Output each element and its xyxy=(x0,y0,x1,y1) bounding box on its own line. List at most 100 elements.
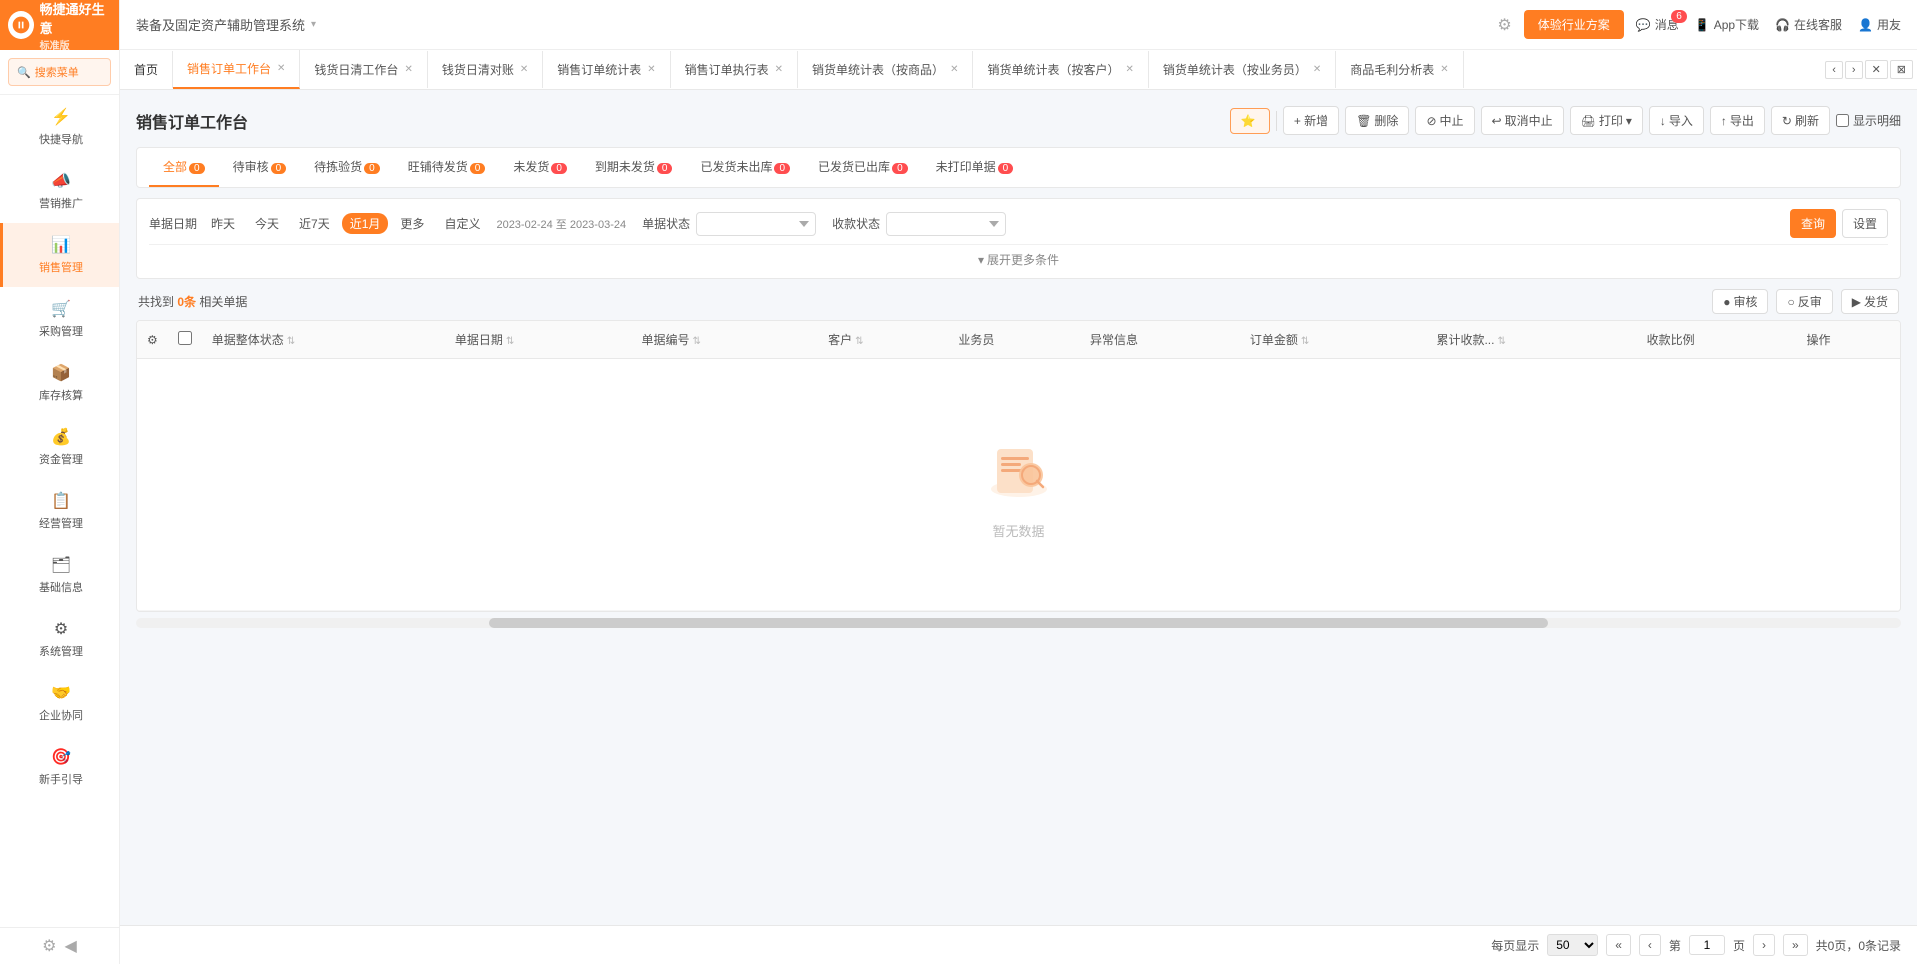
sidebar-item-guide[interactable]: 🎯 新手引导 xyxy=(0,735,119,799)
filter-tab-pending-check[interactable]: 待拣验货0 xyxy=(300,148,394,187)
gear-icon[interactable]: ⚙ xyxy=(147,333,158,347)
tab-sales-exec[interactable]: 销售订单执行表 ✕ xyxy=(671,51,798,88)
sidebar-item-inventory[interactable]: 📦 库存核算 xyxy=(0,351,119,415)
tab-scroll-right-button[interactable]: › xyxy=(1845,61,1863,79)
tab-sales-stat2-close[interactable]: ✕ xyxy=(950,64,958,75)
filter-tab-not-shipped[interactable]: 未发货0 xyxy=(499,148,581,187)
filter-tab-overdue-ship[interactable]: 到期未发货0 xyxy=(581,148,687,187)
review-button[interactable]: ● 审核 xyxy=(1712,289,1768,314)
tab-cash-daily[interactable]: 钱货日清工作台 ✕ xyxy=(300,51,427,88)
date-opt-custom[interactable]: 自定义 xyxy=(436,213,488,234)
search-menu-button[interactable]: 🔍 搜索菜单 xyxy=(8,58,111,86)
filter-tab-pending-review[interactable]: 待审核0 xyxy=(219,148,301,187)
sidebar-item-system[interactable]: ⚙ 系统管理 xyxy=(0,607,119,671)
sort-customer-icon[interactable]: ⇅ xyxy=(855,336,863,347)
last-page-button[interactable]: » xyxy=(1783,934,1808,956)
sidebar-item-cooperation[interactable]: 🤝 企业协同 xyxy=(0,671,119,735)
date-opt-7days[interactable]: 近7天 xyxy=(291,213,338,234)
export-button[interactable]: ↑ 导出 xyxy=(1710,106,1765,135)
user-profile-button[interactable]: 👤 用友 xyxy=(1858,16,1901,33)
delete-button[interactable]: 🗑 删除 xyxy=(1345,106,1409,135)
sidebar-item-marketing[interactable]: 📣 营销推广 xyxy=(0,159,119,223)
date-opt-more[interactable]: 更多 xyxy=(392,213,432,234)
scrollbar-thumb[interactable] xyxy=(489,618,1548,628)
add-button[interactable]: + 新增 xyxy=(1283,106,1339,135)
sidebar-item-quick-nav[interactable]: ⚡ 快捷导航 xyxy=(0,95,119,159)
import-button[interactable]: ↓ 导入 xyxy=(1649,106,1704,135)
payment-filter-select[interactable] xyxy=(886,212,1006,236)
date-opt-yesterday[interactable]: 昨天 xyxy=(203,213,243,234)
tab-cash-account-close[interactable]: ✕ xyxy=(520,64,528,75)
sort-amount-icon[interactable]: ⇅ xyxy=(1301,336,1309,347)
horizontal-scrollbar[interactable] xyxy=(136,618,1901,628)
status-filter-select[interactable] xyxy=(696,212,816,236)
sidebar-item-purchase[interactable]: 🛒 采购管理 xyxy=(0,287,119,351)
app-download-button[interactable]: 📱 App下载 xyxy=(1695,16,1759,33)
industry-solution-button[interactable]: 体验行业方案 xyxy=(1524,10,1624,39)
online-service-button[interactable]: 🎧 在线客服 xyxy=(1775,16,1842,33)
stop-button[interactable]: ⊘ 中止 xyxy=(1415,106,1474,135)
tab-profit-analysis-close[interactable]: ✕ xyxy=(1440,64,1448,75)
ai-generate-button[interactable]: ⭐ xyxy=(1230,108,1270,134)
sort-date-icon[interactable]: ⇅ xyxy=(506,336,514,347)
show-detail-checkbox-label[interactable]: 显示明细 xyxy=(1836,112,1901,129)
tab-sales-stat3[interactable]: 销货单统计表（按客户） ✕ xyxy=(973,51,1148,88)
anti-review-button[interactable]: ○ 反审 xyxy=(1776,289,1832,314)
sidebar-item-operations[interactable]: 📋 经营管理 xyxy=(0,479,119,543)
tab-sales-workbench-close[interactable]: ✕ xyxy=(277,63,285,74)
tab-close-current-button[interactable]: ✕ xyxy=(1865,60,1888,79)
tab-sales-stat2[interactable]: 销货单统计表（按商品） ✕ xyxy=(798,51,973,88)
first-page-button[interactable]: « xyxy=(1606,934,1631,956)
filter-tab-shipped-not-out[interactable]: 已发货未出库0 xyxy=(686,148,804,187)
page-size-select[interactable]: 50 10 20 100 xyxy=(1547,934,1598,956)
query-button[interactable]: 查询 xyxy=(1790,209,1836,238)
tab-sales-stat-close[interactable]: ✕ xyxy=(647,64,655,75)
th-checkbox xyxy=(168,321,202,359)
tab-cash-account[interactable]: 钱货日清对账 ✕ xyxy=(428,51,543,88)
tab-sales-workbench[interactable]: 销售订单工作台 ✕ xyxy=(173,50,300,89)
sort-number-icon[interactable]: ⇅ xyxy=(692,336,700,347)
tab-sales-stat4[interactable]: 销货单统计表（按业务员） ✕ xyxy=(1149,51,1336,88)
ship-button[interactable]: ▶ 发货 xyxy=(1841,289,1899,314)
sidebar-item-basic-info[interactable]: 🗂 基础信息 xyxy=(0,543,119,607)
tab-sales-stat[interactable]: 销售订单统计表 ✕ xyxy=(543,51,670,88)
tab-sales-stat4-close[interactable]: ✕ xyxy=(1313,64,1321,75)
filter-settings-button[interactable]: 设置 xyxy=(1842,209,1888,238)
filter-tab-wangpu-ship[interactable]: 旺铺待发货0 xyxy=(394,148,500,187)
refresh-button[interactable]: ↻ 刷新 xyxy=(1771,106,1830,135)
sidebar-item-sales[interactable]: 📊 销售管理 xyxy=(0,223,119,287)
tab-profit-analysis[interactable]: 商品毛利分析表 ✕ xyxy=(1336,51,1463,88)
show-detail-checkbox[interactable] xyxy=(1836,114,1849,127)
tab-home[interactable]: 首页 xyxy=(120,51,173,88)
date-opt-today[interactable]: 今天 xyxy=(247,213,287,234)
filter-tab-shipped-out[interactable]: 已发货已出库0 xyxy=(804,148,922,187)
table-body: 暂无数据 xyxy=(137,359,1900,611)
tab-scroll-left-button[interactable]: ‹ xyxy=(1825,61,1843,79)
tab-sales-stat3-close[interactable]: ✕ xyxy=(1125,64,1133,75)
expand-filter-button[interactable]: ▾ 展开更多条件 xyxy=(978,251,1059,268)
filter-tab-all[interactable]: 全部0 xyxy=(149,148,219,187)
sidebar-item-finance[interactable]: 💰 资金管理 xyxy=(0,415,119,479)
tab-close-all-button[interactable]: ⊠ xyxy=(1890,60,1913,79)
sort-status-icon[interactable]: ⇅ xyxy=(287,336,295,347)
system-dropdown-icon[interactable]: ▾ xyxy=(311,19,316,30)
print-button[interactable]: 🖨 打印 ▾ xyxy=(1570,106,1643,135)
message-button[interactable]: 💬 6 消息 xyxy=(1636,16,1679,33)
topbar-gear-icon[interactable]: ⚙ xyxy=(1497,15,1511,35)
sort-received-icon[interactable]: ⇅ xyxy=(1497,336,1505,347)
filter-tab-not-printed[interactable]: 未打印单据0 xyxy=(922,148,1028,187)
message-icon: 💬 xyxy=(1636,18,1651,32)
prev-page-button[interactable]: ‹ xyxy=(1639,934,1661,956)
settings-footer-button[interactable]: ⚙ xyxy=(42,936,56,956)
total-info: 共0页，0条记录 xyxy=(1816,937,1901,954)
date-opt-1month[interactable]: 近1月 xyxy=(342,213,389,234)
page-number-input[interactable] xyxy=(1689,935,1725,955)
tab-sales-exec-close[interactable]: ✕ xyxy=(775,64,783,75)
select-all-checkbox[interactable] xyxy=(178,331,192,345)
collapse-sidebar-button[interactable]: ◀ xyxy=(65,936,77,956)
th-ratio: 收款比例 xyxy=(1637,321,1797,359)
next-page-button[interactable]: › xyxy=(1753,934,1775,956)
tab-cash-daily-close[interactable]: ✕ xyxy=(404,64,412,75)
cancel-stop-button[interactable]: ↩ 取消中止 xyxy=(1481,106,1564,135)
th-actions: 操作 xyxy=(1796,321,1900,359)
